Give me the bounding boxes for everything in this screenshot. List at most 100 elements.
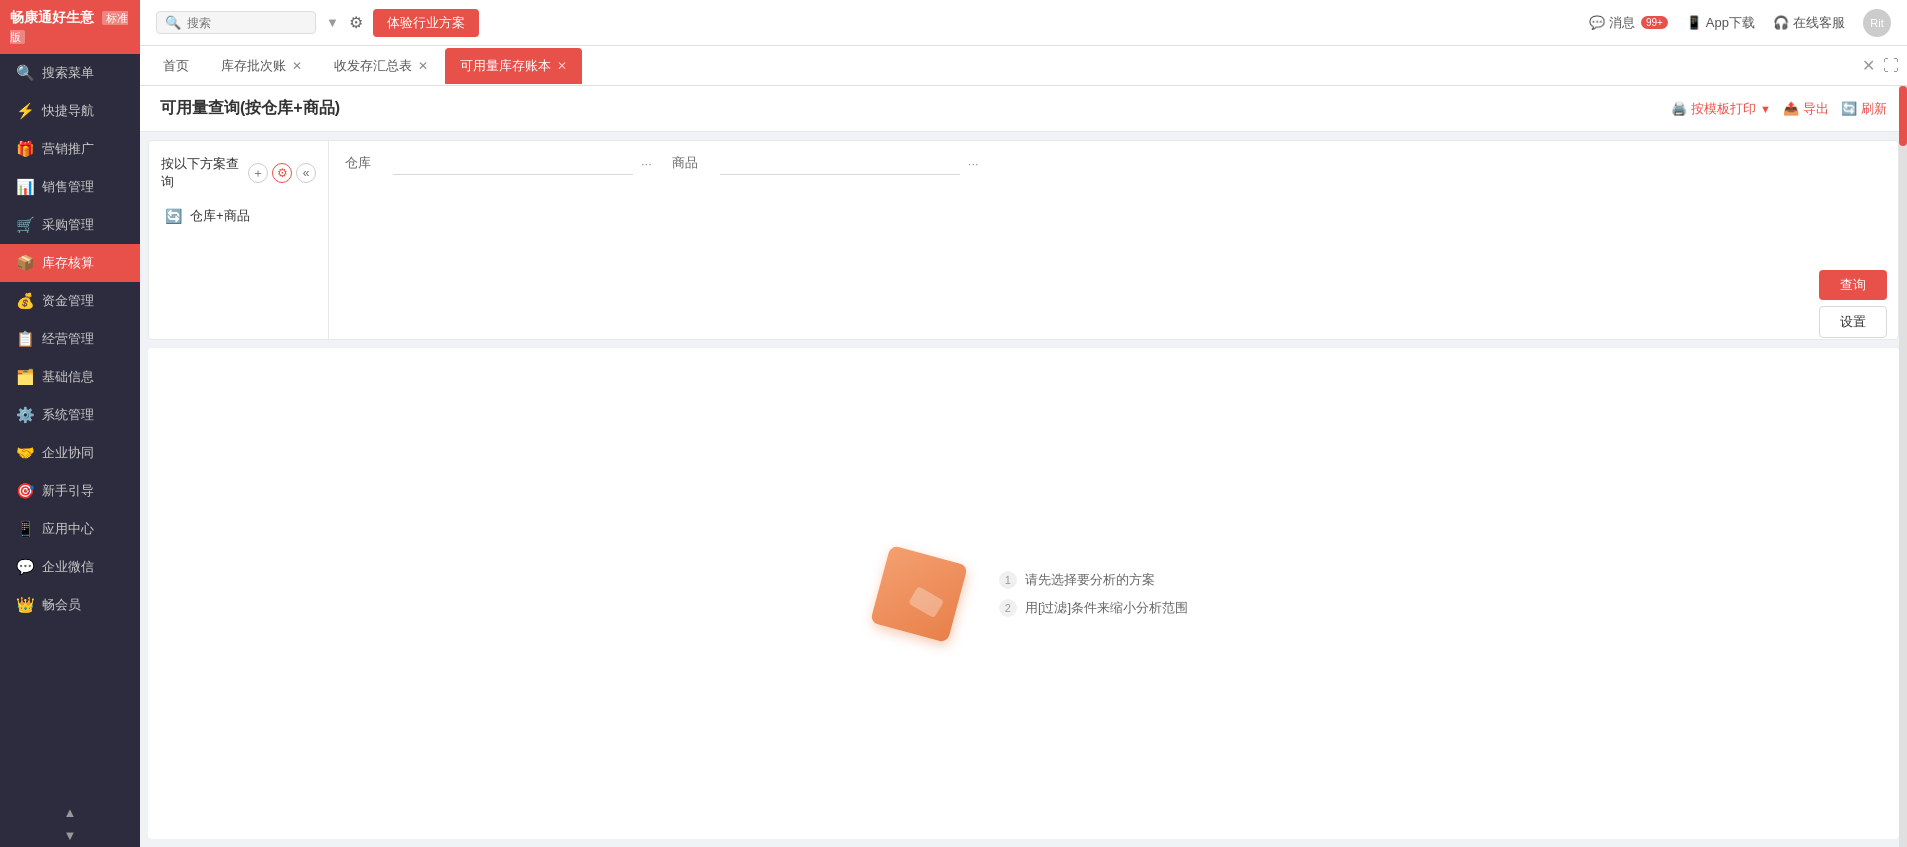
tab-inventory-summary[interactable]: 收发存汇总表 ✕ <box>319 48 443 84</box>
topbar-gear-icon[interactable]: ⚙ <box>349 13 363 32</box>
basic-icon: 🗂️ <box>16 368 34 386</box>
print-chevron-icon: ▼ <box>1760 103 1771 115</box>
scheme-warehouse-product[interactable]: 🔄 仓库+商品 <box>149 199 328 233</box>
query-button[interactable]: 查询 <box>1819 270 1887 300</box>
tab-batch-close[interactable]: ✕ <box>292 59 302 73</box>
finance-icon: 💰 <box>16 292 34 310</box>
system-icon: ⚙️ <box>16 406 34 424</box>
appstore-icon: 📱 <box>16 520 34 538</box>
online-service-button[interactable]: 🎧 在线客服 <box>1773 14 1845 32</box>
sidebar-item-shortcut[interactable]: ⚡ 快捷导航 <box>0 92 140 130</box>
tabs-bar: 首页 库存批次账 ✕ 收发存汇总表 ✕ 可用量库存账本 ✕ ✕ ⛶ <box>140 46 1907 86</box>
tab-home[interactable]: 首页 <box>148 48 204 84</box>
empty-box-face <box>908 585 944 617</box>
product-input[interactable] <box>720 151 960 175</box>
enterprise-icon: 🤝 <box>16 444 34 462</box>
query-buttons: 查询 设置 <box>1819 270 1887 338</box>
warehouse-field: 仓库 ··· <box>345 151 652 175</box>
print-label: 按模板打印 <box>1691 100 1756 118</box>
print-button[interactable]: 🖨️ 按模板打印 ▼ <box>1671 100 1771 118</box>
sidebar-label-basic: 基础信息 <box>42 368 94 386</box>
print-icon: 🖨️ <box>1671 101 1687 116</box>
sidebar-item-search[interactable]: 🔍 搜索菜单 <box>0 54 140 92</box>
topbar-search-box[interactable]: 🔍 <box>156 11 316 34</box>
sidebar-item-appstore[interactable]: 📱 应用中心 <box>0 510 140 548</box>
warehouse-more-btn[interactable]: ··· <box>641 156 652 171</box>
export-label: 导出 <box>1803 100 1829 118</box>
sidebar-item-system[interactable]: ⚙️ 系统管理 <box>0 396 140 434</box>
empty-hint-2: 2 用[过滤]条件来缩小分析范围 <box>999 599 1188 617</box>
product-field-row: 商品 ··· <box>672 151 979 175</box>
warehouse-input[interactable] <box>393 151 633 175</box>
tab-ledger-close[interactable]: ✕ <box>557 59 567 73</box>
sidebar-label-finance: 资金管理 <box>42 292 94 310</box>
scrollbar-thumb[interactable] <box>1899 86 1907 146</box>
page-title: 可用量查询(按仓库+商品) <box>160 98 340 119</box>
manage-scheme-button[interactable]: ⚙ <box>272 163 292 183</box>
query-fields: 仓库 ··· 商品 ··· <box>345 151 1882 175</box>
right-scrollbar[interactable] <box>1899 86 1907 847</box>
user-area[interactable]: Rit <box>1863 9 1891 37</box>
sidebar-item-basic[interactable]: 🗂️ 基础信息 <box>0 358 140 396</box>
sidebar-label-shortcut: 快捷导航 <box>42 102 94 120</box>
sidebar-item-vip[interactable]: 👑 畅会员 <box>0 586 140 624</box>
refresh-icon: 🔄 <box>1841 101 1857 116</box>
sidebar-label-wechat: 企业微信 <box>42 558 94 576</box>
add-scheme-button[interactable]: ＋ <box>248 163 268 183</box>
scheme-label: 仓库+商品 <box>190 207 250 225</box>
query-scheme-sidebar: 按以下方案查询 ＋ ⚙ « 🔄 仓库+商品 <box>149 141 329 339</box>
industry-button[interactable]: 体验行业方案 <box>373 9 479 37</box>
collapse-sidebar-button[interactable]: « <box>296 163 316 183</box>
sidebar: 畅康通好生意 标准版 🔍 搜索菜单 ⚡ 快捷导航 🎁 营销推广 📊 销售管理 🛒… <box>0 0 140 847</box>
page-actions: 🖨️ 按模板打印 ▼ 📤 导出 🔄 刷新 <box>1671 100 1887 118</box>
sidebar-item-operation[interactable]: 📋 经营管理 <box>0 320 140 358</box>
tab-close-all-icon[interactable]: ✕ <box>1862 56 1875 75</box>
tab-summary-label: 收发存汇总表 <box>334 57 412 75</box>
query-sidebar-header: 按以下方案查询 ＋ ⚙ « <box>149 151 328 199</box>
sidebar-label-system: 系统管理 <box>42 406 94 424</box>
sidebar-scroll: 🔍 搜索菜单 ⚡ 快捷导航 🎁 营销推广 📊 销售管理 🛒 采购管理 📦 库存核… <box>0 54 140 801</box>
tab-summary-close[interactable]: ✕ <box>418 59 428 73</box>
tab-expand-icon[interactable]: ⛶ <box>1883 57 1899 75</box>
sidebar-item-inventory[interactable]: 📦 库存核算 <box>0 244 140 282</box>
query-sidebar-title: 按以下方案查询 <box>161 155 248 191</box>
message-badge: 99+ <box>1641 16 1668 29</box>
sidebar-item-wechat[interactable]: 💬 企业微信 <box>0 548 140 586</box>
empty-state: 1 请先选择要分析的方案 2 用[过滤]条件来缩小分析范围 <box>148 348 1899 839</box>
query-sidebar-actions: ＋ ⚙ « <box>248 163 316 183</box>
vip-icon: 👑 <box>16 596 34 614</box>
tab-ledger-label: 可用量库存账本 <box>460 57 551 75</box>
sidebar-label-purchase: 采购管理 <box>42 216 94 234</box>
settings-button[interactable]: 设置 <box>1819 306 1887 338</box>
search-icon: 🔍 <box>16 64 34 82</box>
refresh-button[interactable]: 🔄 刷新 <box>1841 100 1887 118</box>
shortcut-icon: ⚡ <box>16 102 34 120</box>
tabs-right: ✕ ⛶ <box>1862 56 1899 75</box>
sidebar-item-sales[interactable]: 📊 销售管理 <box>0 168 140 206</box>
sidebar-label-operation: 经营管理 <box>42 330 94 348</box>
tab-available-ledger[interactable]: 可用量库存账本 ✕ <box>445 48 582 84</box>
app-download-button[interactable]: 📱 App下载 <box>1686 14 1755 32</box>
hint-num-1: 1 <box>999 571 1017 589</box>
tab-batch[interactable]: 库存批次账 ✕ <box>206 48 317 84</box>
sidebar-scroll-down[interactable]: ▼ <box>0 824 140 847</box>
sidebar-item-purchase[interactable]: 🛒 采购管理 <box>0 206 140 244</box>
page-header: 可用量查询(按仓库+商品) 🖨️ 按模板打印 ▼ 📤 导出 🔄 刷新 <box>140 86 1907 132</box>
search-input[interactable] <box>187 16 307 30</box>
tab-home-label: 首页 <box>163 57 189 75</box>
sidebar-item-enterprise[interactable]: 🤝 企业协同 <box>0 434 140 472</box>
empty-box-shape <box>870 545 968 643</box>
export-button[interactable]: 📤 导出 <box>1783 100 1829 118</box>
sidebar-item-finance[interactable]: 💰 资金管理 <box>0 282 140 320</box>
sidebar-item-newbie[interactable]: 🎯 新手引导 <box>0 472 140 510</box>
app-download-label: App下载 <box>1706 14 1755 32</box>
sidebar-label-vip: 畅会员 <box>42 596 81 614</box>
product-label: 商品 <box>672 154 712 172</box>
sidebar-label-marketing: 营销推广 <box>42 140 94 158</box>
sidebar-item-marketing[interactable]: 🎁 营销推广 <box>0 130 140 168</box>
product-more-btn[interactable]: ··· <box>968 156 979 171</box>
sidebar-scroll-up[interactable]: ▲ <box>0 801 140 824</box>
empty-text: 1 请先选择要分析的方案 2 用[过滤]条件来缩小分析范围 <box>999 571 1188 617</box>
message-button[interactable]: 💬 消息 99+ <box>1589 14 1668 32</box>
topbar-dropdown-icon[interactable]: ▼ <box>326 15 339 30</box>
